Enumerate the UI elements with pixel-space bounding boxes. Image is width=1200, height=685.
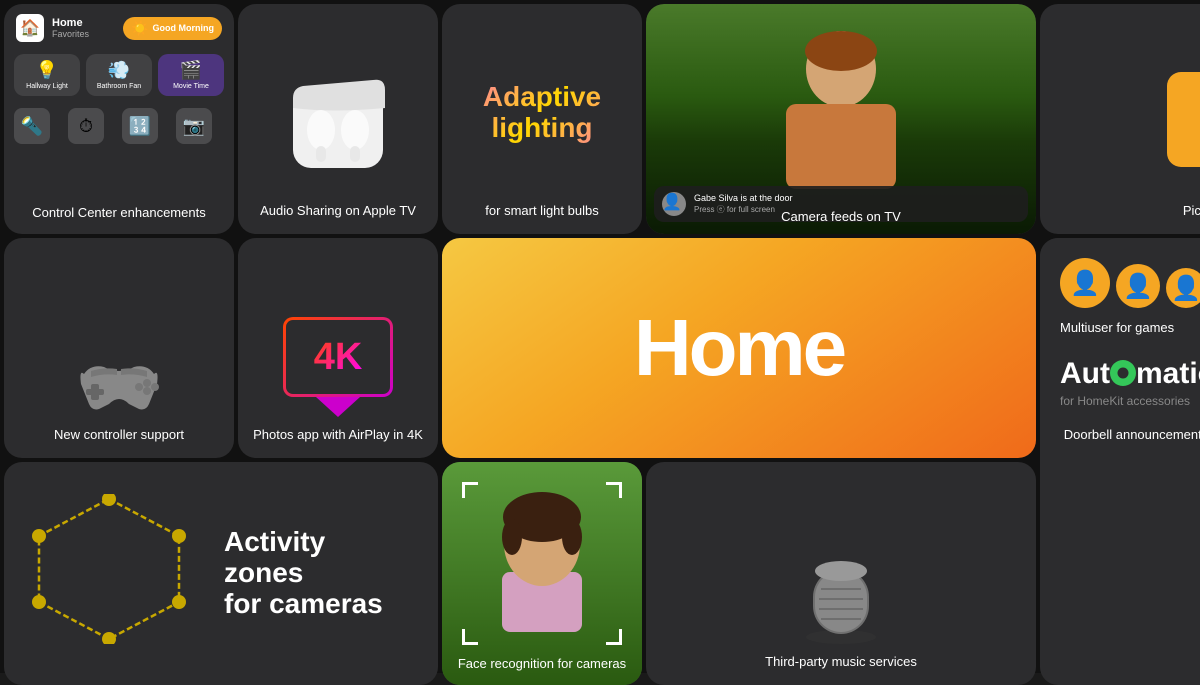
light-icon: 💡 [36,60,58,81]
pip-main-box: ↖ [1167,72,1200,167]
tile-automations: 👤 👤 👤 Multiuser for games Autmations for… [1040,238,1200,685]
tile-label: Photos app with AirPlay in 4K [253,427,423,444]
multiuser-label: Multiuser for games [1060,320,1200,337]
airpods-svg [263,58,413,188]
tile-photos-4k: 4K Photos app with AirPlay in 4K [238,238,438,458]
dot-inner [1117,367,1128,378]
tile-control-center: 🏠 Home Favorites ☀️ Good Morning 💡 Hallw… [4,4,234,234]
corner-tl [462,482,478,498]
activity-content: Activityzonesfor cameras [24,482,418,665]
tile-music-services: Third-party music services [646,462,1036,685]
automations-title: Autmations [1060,357,1200,390]
tile-activity: Activityzonesfor cameras [4,462,438,685]
multiuser-section: 👤 👤 👤 Multiuser for games [1060,258,1200,337]
activity-text: Activityzonesfor cameras [204,527,383,619]
tile-face-recognition: Face recognition for cameras [442,462,642,685]
airpods-visual [252,43,424,203]
home-icon: 🏠 [16,14,44,42]
tile-home: Home [442,238,1036,458]
tile-label: Audio Sharing on Apple TV [260,203,416,220]
hex-svg [24,494,194,644]
corner-br [606,629,622,645]
fourk-label: 4K [314,336,363,379]
main-grid: 🏠 Home Favorites ☀️ Good Morning 💡 Hallw… [0,0,1200,673]
movie-icon: 🎬 [180,60,202,81]
cc-home-label: Home [52,17,89,29]
sun-icon: ☀️ [131,20,148,37]
fourk-visual: 4K [283,317,393,417]
good-morning-widget: ☀️ Good Morning [123,17,222,40]
widget-camera[interactable]: 📷 [176,108,212,144]
widget-timer[interactable]: ⏱ [68,108,104,144]
tile-label: Third-party music services [765,654,917,671]
adaptive-text: Adaptivelighting [442,82,642,144]
person-silhouette [741,29,941,189]
multiuser-icons: 👤 👤 👤 [1060,258,1200,308]
automations-subtitle: for HomeKit accessories [1060,394,1200,408]
user-avatar-3: 👤 [1166,268,1200,308]
cc-favorites-label: Favorites [52,29,89,39]
tile-label: Face recognition for cameras [442,656,642,673]
app-hallway-light[interactable]: 💡 Hallway Light [14,54,80,96]
pip-boxes: ↖ [1167,72,1200,167]
widget-calculator[interactable]: 🔢 [122,108,158,144]
corner-tr [606,482,622,498]
app-bathroom-fan[interactable]: 💨 Bathroom Fan [86,54,152,96]
fourk-monitor: 4K [283,317,393,397]
automations-section: Autmations for HomeKit accessories [1060,357,1200,408]
tile-label: Control Center enhancements [32,205,205,222]
face-detection-box [462,482,622,645]
green-dot [1110,360,1136,386]
pip-visual: ↖ [1040,4,1200,234]
app-movie-time[interactable]: 🎬 Movie Time [158,54,224,96]
tile-label: Doorbell announcements [1064,427,1200,444]
activity-hexagon [24,494,204,654]
good-morning-text: Good Morning [153,23,214,33]
monitor-stand-top [316,397,360,417]
adaptive-title: Adaptivelighting [452,82,632,144]
tile-label: for smart light bulbs [485,203,598,220]
user-avatar-1: 👤 [1060,258,1110,308]
app-name: Bathroom Fan [97,83,141,90]
app-name: Hallway Light [26,83,68,90]
tile-label: Picture in Picture [1183,203,1200,220]
widget-flashlight[interactable]: 🔦 [14,108,50,144]
homepod-svg [791,549,891,644]
corner-bl [462,629,478,645]
tile-adaptive-lighting: Adaptivelighting for smart light bulbs [442,4,642,234]
tile-camera-feeds: 👤 Gabe Silva is at the door Press ⓔ for … [646,4,1036,234]
tile-picture-in-picture: ↖ Picture in Picture [1040,4,1200,234]
controller-svg [69,349,169,419]
tile-label: New controller support [54,427,184,444]
tile-label: Camera feeds on TV [646,201,1036,234]
home-word: Home [634,302,844,394]
app-name: Movie Time [173,83,209,90]
fan-icon: 💨 [108,60,130,81]
activity-title: Activityzonesfor cameras [224,527,383,619]
tile-controller: New controller support [4,238,234,458]
user-avatar-2: 👤 [1116,264,1160,308]
tile-audio-sharing: Audio Sharing on Apple TV [238,4,438,234]
